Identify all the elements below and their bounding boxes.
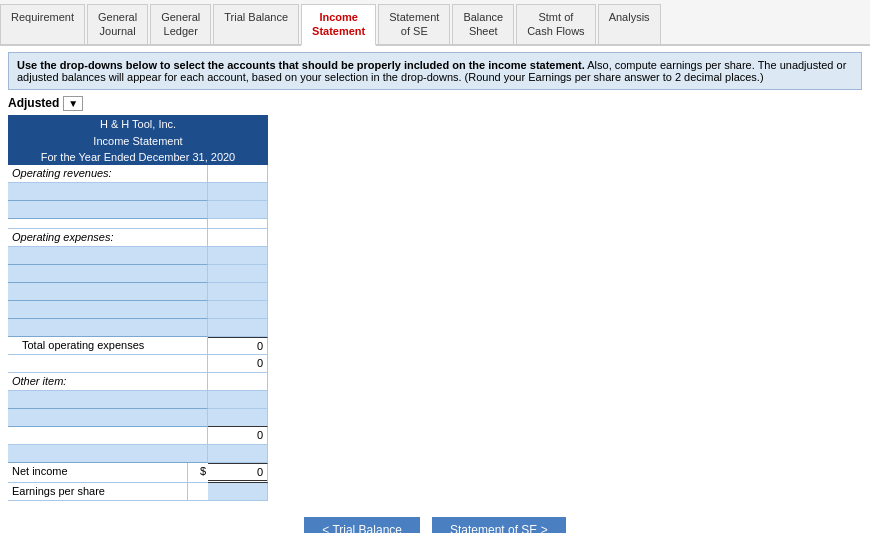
net-income-value: 0 (208, 463, 268, 483)
op-result-label (8, 355, 208, 373)
op-exp-row-1 (8, 247, 268, 265)
op-rev-val-2[interactable] (208, 201, 268, 219)
operating-revenues-value-empty (208, 165, 268, 183)
op-exp-input-3[interactable] (8, 283, 208, 301)
other-item-val-2[interactable] (208, 409, 268, 427)
tab-general-journal[interactable]: General Journal (87, 4, 148, 44)
other-item-input-2[interactable] (8, 409, 208, 427)
statement-title: Income Statement (8, 133, 268, 149)
op-rev-val-1[interactable] (208, 183, 268, 201)
operating-revenues-header: Operating revenues: (8, 165, 268, 183)
other-total-row: 0 (8, 427, 268, 445)
back-button[interactable]: < Trial Balance (304, 517, 420, 533)
tab-stmt-cash-flows[interactable]: Stmt of Cash Flows (516, 4, 595, 44)
other-result-row-2 (8, 445, 268, 463)
spacer-row-1 (8, 219, 268, 229)
total-op-exp-row: Total operating expenses 0 (8, 337, 268, 355)
tab-requirement[interactable]: Requirement (0, 4, 85, 44)
bottom-nav: < Trial Balance Statement of SE > (0, 517, 870, 533)
tab-statement-of-se[interactable]: Statement of SE (378, 4, 450, 44)
op-exp-header-val (208, 229, 268, 247)
other-total-value: 0 (208, 427, 268, 445)
eps-dollar (188, 483, 208, 501)
op-rev-input-2[interactable] (8, 201, 208, 219)
op-result-value: 0 (208, 355, 268, 373)
op-rev-row-2 (8, 201, 268, 219)
op-exp-input-1[interactable] (8, 247, 208, 265)
net-income-row: Net income $ 0 (8, 463, 268, 483)
other-item-val-1[interactable] (208, 391, 268, 409)
op-exp-row-2 (8, 265, 268, 283)
op-exp-val-3[interactable] (208, 283, 268, 301)
op-exp-row-4 (8, 301, 268, 319)
op-result-row: 0 (8, 355, 268, 373)
operating-expenses-header: Operating expenses: (8, 229, 268, 247)
adjusted-row: Adjusted ▼ (8, 96, 862, 111)
other-item-header-val (208, 373, 268, 391)
net-income-dollar: $ (188, 463, 208, 483)
eps-value[interactable] (208, 483, 268, 501)
op-exp-input-5[interactable] (8, 319, 208, 337)
adjusted-label: Adjusted (8, 96, 59, 110)
op-rev-row-1 (8, 183, 268, 201)
other-item-input-1[interactable] (8, 391, 208, 409)
adjusted-dropdown[interactable]: ▼ (63, 96, 83, 111)
info-text-bold: Use the drop-downs below to select the a… (17, 59, 585, 71)
company-name: H & H Tool, Inc. (8, 115, 268, 133)
info-box: Use the drop-downs below to select the a… (8, 52, 862, 90)
op-exp-val-2[interactable] (208, 265, 268, 283)
other-total-label (8, 427, 208, 445)
op-exp-val-1[interactable] (208, 247, 268, 265)
tab-income-statement[interactable]: Income Statement (301, 4, 376, 46)
op-exp-val-5[interactable] (208, 319, 268, 337)
other-result-val[interactable] (208, 445, 268, 463)
other-item-header: Other item: (8, 373, 268, 391)
forward-button[interactable]: Statement of SE > (432, 517, 566, 533)
op-exp-input-4[interactable] (8, 301, 208, 319)
op-rev-input-1[interactable] (8, 183, 208, 201)
other-item-row-1 (8, 391, 268, 409)
tab-bar: Requirement General Journal General Ledg… (0, 0, 870, 46)
tab-general-ledger[interactable]: General Ledger (150, 4, 211, 44)
statement-table: H & H Tool, Inc. Income Statement For th… (8, 115, 268, 165)
other-item-row-2 (8, 409, 268, 427)
tab-analysis[interactable]: Analysis (598, 4, 661, 44)
other-result-input[interactable] (8, 445, 208, 463)
operating-revenues-label: Operating revenues: (8, 165, 208, 183)
op-exp-val-4[interactable] (208, 301, 268, 319)
main-content: H & H Tool, Inc. Income Statement For th… (8, 115, 862, 501)
earnings-per-share-label: Earnings per share (8, 483, 188, 501)
tab-trial-balance[interactable]: Trial Balance (213, 4, 299, 44)
op-exp-row-3 (8, 283, 268, 301)
net-income-label: Net income (8, 463, 188, 483)
total-op-exp-label: Total operating expenses (8, 337, 208, 355)
total-op-exp-value: 0 (208, 337, 268, 355)
tab-balance-sheet[interactable]: Balance Sheet (452, 4, 514, 44)
op-exp-row-5 (8, 319, 268, 337)
statement-date: For the Year Ended December 31, 2020 (8, 149, 268, 165)
operating-expenses-label: Operating expenses: (8, 229, 208, 247)
other-item-label: Other item: (8, 373, 208, 391)
op-exp-input-2[interactable] (8, 265, 208, 283)
earnings-per-share-row: Earnings per share (8, 483, 268, 501)
